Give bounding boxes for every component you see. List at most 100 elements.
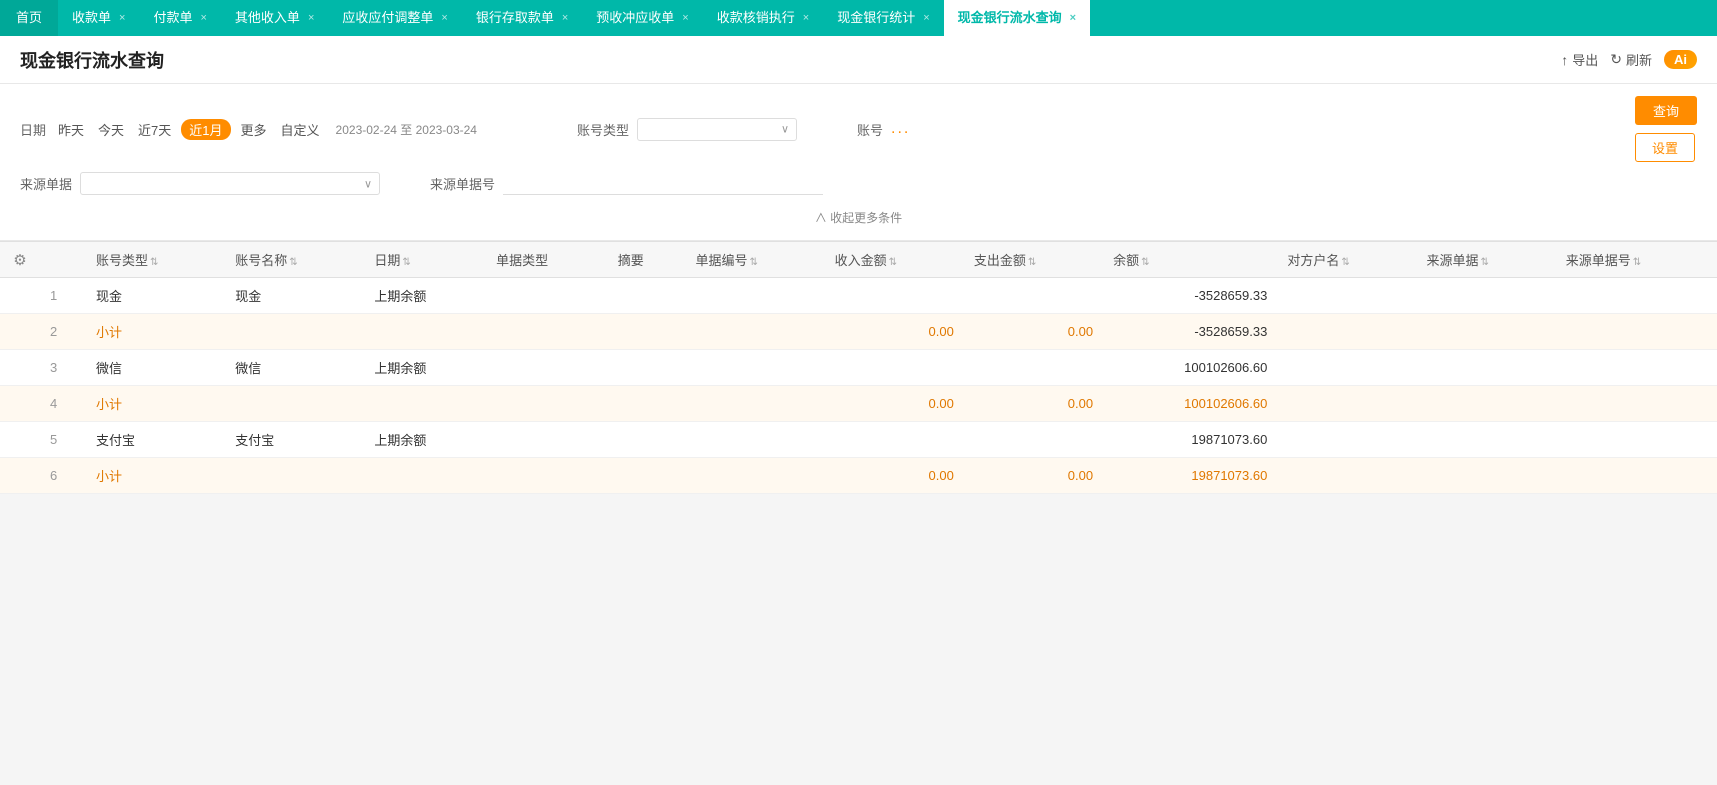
nav-tab-label: 收款单 bbox=[72, 0, 111, 36]
nav-tab-预收冲应收单[interactable]: 预收冲应收单× bbox=[582, 0, 702, 36]
nav-home[interactable]: 首页 bbox=[0, 0, 58, 36]
source-doc-no-label: 来源单据号 bbox=[430, 174, 495, 193]
table-row: 6小计0.000.0019871073.60 bbox=[0, 458, 1717, 494]
gear-icon[interactable]: ⚙ bbox=[13, 252, 26, 269]
cell-expense bbox=[964, 350, 1103, 386]
cell-date bbox=[364, 314, 486, 350]
cell-account_type: 支付宝 bbox=[86, 422, 225, 458]
ai-button[interactable]: Ai bbox=[1664, 50, 1697, 69]
settings-button[interactable]: 设置 bbox=[1635, 133, 1695, 162]
nav-tab-label: 收款核销执行 bbox=[717, 0, 795, 36]
cell-num: 6 bbox=[40, 458, 86, 494]
cell-account_name: 微信 bbox=[225, 350, 364, 386]
cell-summary bbox=[608, 314, 686, 350]
cell-balance: 19871073.60 bbox=[1103, 422, 1277, 458]
cell-balance: 100102606.60 bbox=[1103, 386, 1277, 422]
source-doc-select-wrapper[interactable] bbox=[80, 172, 380, 195]
table-row: 3微信微信上期余额100102606.60 bbox=[0, 350, 1717, 386]
sort-icon: ⇅ bbox=[1341, 257, 1349, 268]
source-doc-filter-group: 来源单据 bbox=[20, 172, 380, 195]
col-source_doc[interactable]: 来源单据⇅ bbox=[1417, 242, 1556, 278]
cell-source_doc bbox=[1417, 350, 1556, 386]
col-expense[interactable]: 支出金额⇅ bbox=[964, 242, 1103, 278]
date-option-今天[interactable]: 今天 bbox=[94, 119, 128, 140]
nav-tab-label: 预收冲应收单 bbox=[596, 0, 674, 36]
cell-counterparty bbox=[1277, 422, 1416, 458]
cell-num: 4 bbox=[40, 386, 86, 422]
col-income[interactable]: 收入金额⇅ bbox=[825, 242, 964, 278]
sort-icon: ⇅ bbox=[1028, 257, 1036, 268]
cell-source_doc bbox=[1417, 386, 1556, 422]
date-filter-group: 日期 昨天今天近7天近1月更多自定义 2023-02-24 至 2023-03-… bbox=[20, 119, 477, 140]
date-option-昨天[interactable]: 昨天 bbox=[54, 119, 88, 140]
account-no-more[interactable]: ... bbox=[891, 120, 910, 138]
nav-tab-现金银行统计[interactable]: 现金银行统计× bbox=[823, 0, 943, 36]
close-icon[interactable]: × bbox=[923, 0, 929, 36]
date-option-自定义[interactable]: 自定义 bbox=[277, 119, 324, 140]
col-doc_no[interactable]: 单据编号⇅ bbox=[685, 242, 824, 278]
nav-tab-label: 银行存取款单 bbox=[476, 0, 554, 36]
query-button[interactable]: 查询 bbox=[1635, 96, 1697, 125]
cell-doc_type bbox=[486, 386, 608, 422]
cell-account_name bbox=[225, 386, 364, 422]
date-option-近1月[interactable]: 近1月 bbox=[181, 119, 230, 140]
col-source_doc_no[interactable]: 来源单据号⇅ bbox=[1556, 242, 1717, 278]
refresh-button[interactable]: ↻ 刷新 bbox=[1610, 50, 1652, 69]
cell-source_doc bbox=[1417, 314, 1556, 350]
cell-summary bbox=[608, 422, 686, 458]
nav-tab-现金银行流水查询[interactable]: 现金银行流水查询× bbox=[944, 0, 1090, 36]
close-icon[interactable]: × bbox=[119, 0, 125, 36]
cell-income: 0.00 bbox=[825, 386, 964, 422]
cell-doc_no bbox=[685, 422, 824, 458]
cell-expense bbox=[964, 278, 1103, 314]
sort-icon: ⇅ bbox=[289, 257, 297, 268]
export-button[interactable]: ↑ 导出 bbox=[1561, 50, 1598, 69]
table-row: 4小计0.000.00100102606.60 bbox=[0, 386, 1717, 422]
cell-num: 5 bbox=[40, 422, 86, 458]
cell-source_doc bbox=[1417, 422, 1556, 458]
date-option-近7天[interactable]: 近7天 bbox=[134, 119, 175, 140]
nav-tab-付款单[interactable]: 付款单× bbox=[139, 0, 220, 36]
cell-income: 0.00 bbox=[825, 458, 964, 494]
account-type-select-wrapper[interactable] bbox=[637, 118, 797, 141]
nav-tab-银行存取款单[interactable]: 银行存取款单× bbox=[462, 0, 582, 36]
nav-tab-收款单[interactable]: 收款单× bbox=[58, 0, 139, 36]
collapse-bar[interactable]: ∧ 收起更多条件 bbox=[20, 205, 1697, 232]
col-account_name[interactable]: 账号名称⇅ bbox=[225, 242, 364, 278]
close-icon[interactable]: × bbox=[682, 0, 688, 36]
close-icon[interactable]: × bbox=[562, 0, 568, 36]
cell-source_doc bbox=[1417, 278, 1556, 314]
source-doc-select[interactable] bbox=[80, 172, 380, 195]
account-type-select[interactable] bbox=[637, 118, 797, 141]
top-nav: 首页 收款单×付款单×其他收入单×应收应付调整单×银行存取款单×预收冲应收单×收… bbox=[0, 0, 1717, 36]
source-doc-label: 来源单据 bbox=[20, 174, 72, 193]
cell-source_doc_no bbox=[1556, 314, 1717, 350]
close-icon[interactable]: × bbox=[803, 0, 809, 36]
cell-income bbox=[825, 278, 964, 314]
close-icon[interactable]: × bbox=[200, 0, 206, 36]
col-account_type[interactable]: 账号类型⇅ bbox=[86, 242, 225, 278]
close-icon[interactable]: × bbox=[308, 0, 314, 36]
cell-account_type: 小计 bbox=[86, 314, 225, 350]
cell-num: 1 bbox=[40, 278, 86, 314]
cell-summary bbox=[608, 386, 686, 422]
cell-expense: 0.00 bbox=[964, 458, 1103, 494]
cell-account_name: 现金 bbox=[225, 278, 364, 314]
cell-source_doc bbox=[1417, 458, 1556, 494]
col-balance[interactable]: 余额⇅ bbox=[1103, 242, 1277, 278]
close-icon[interactable]: × bbox=[441, 0, 447, 36]
cell-source_doc_no bbox=[1556, 458, 1717, 494]
cell-date: 上期余额 bbox=[364, 350, 486, 386]
col-counterparty[interactable]: 对方户名⇅ bbox=[1277, 242, 1416, 278]
cell-source_doc_no bbox=[1556, 386, 1717, 422]
close-icon[interactable]: × bbox=[1070, 0, 1076, 36]
source-doc-no-input[interactable] bbox=[503, 173, 823, 195]
cell-doc_no bbox=[685, 350, 824, 386]
cell-counterparty bbox=[1277, 314, 1416, 350]
nav-tab-应收应付调整单[interactable]: 应收应付调整单× bbox=[328, 0, 461, 36]
date-option-更多[interactable]: 更多 bbox=[237, 119, 271, 140]
nav-tab-其他收入单[interactable]: 其他收入单× bbox=[221, 0, 328, 36]
nav-tab-收款核销执行[interactable]: 收款核销执行× bbox=[703, 0, 823, 36]
col-date[interactable]: 日期⇅ bbox=[364, 242, 486, 278]
cell-income: 0.00 bbox=[825, 314, 964, 350]
